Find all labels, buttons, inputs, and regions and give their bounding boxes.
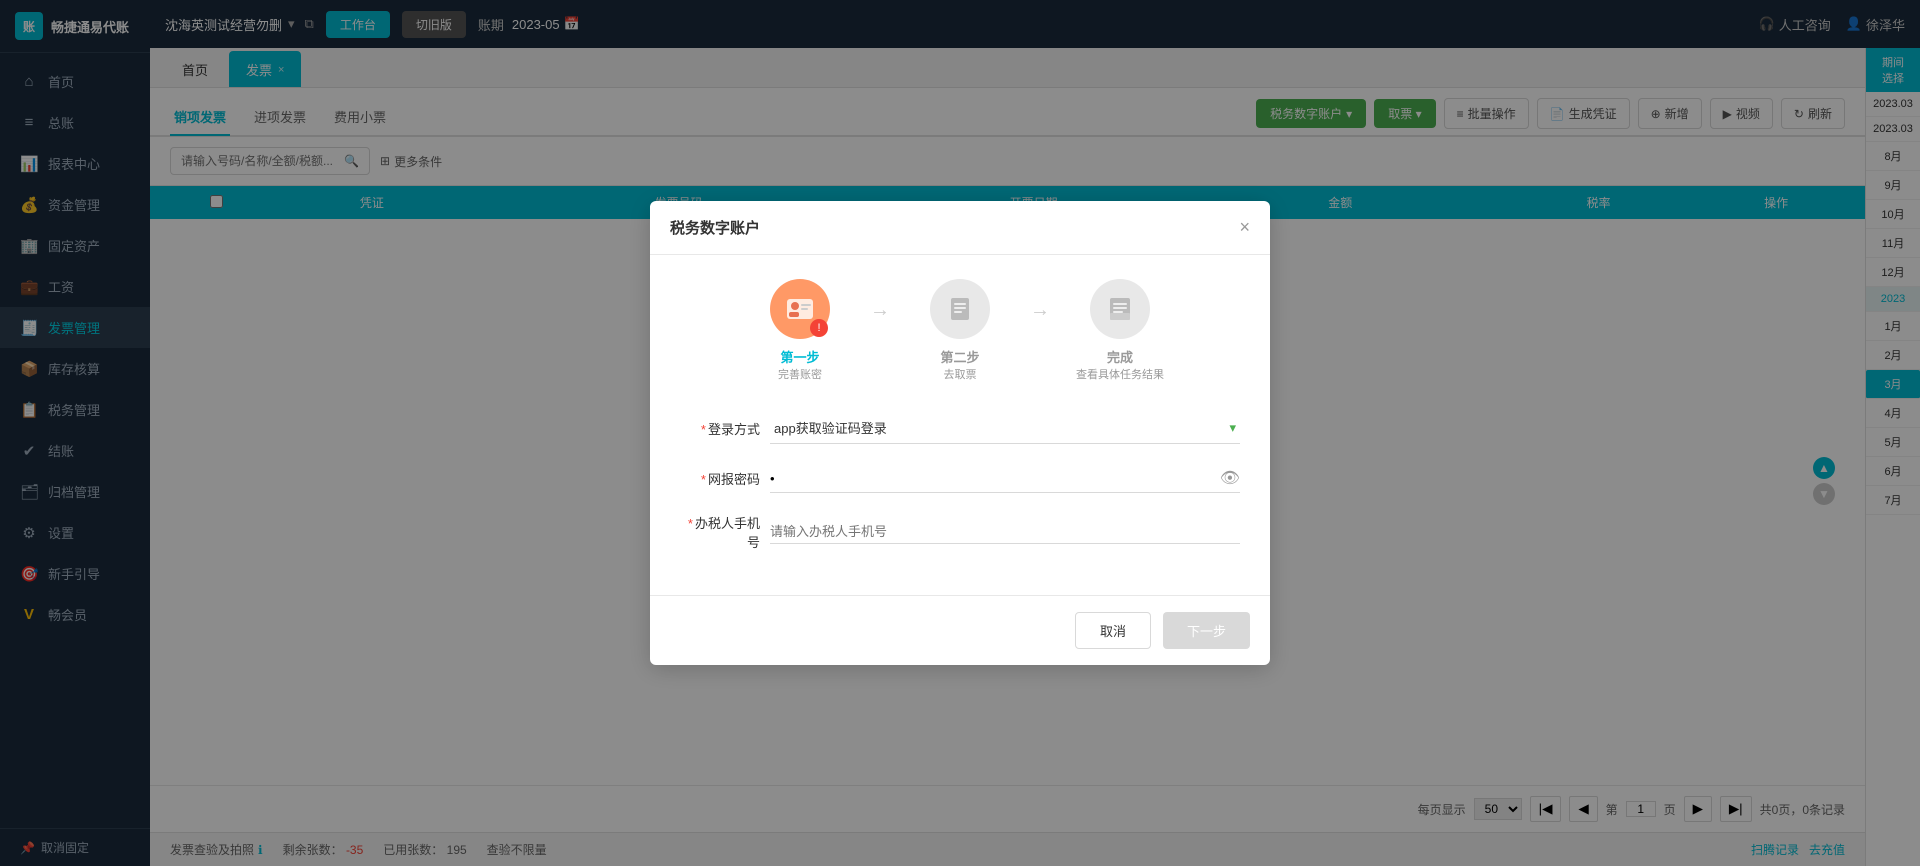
steps-indicator: ! 第一步 完善账密 → 第	[680, 279, 1240, 382]
modal-overlay: 税务数字账户 × !	[0, 0, 1920, 866]
step-1-badge: !	[810, 319, 828, 337]
phone-label: 办税人手机号	[680, 513, 760, 551]
cancel-button[interactable]: 取消	[1075, 612, 1151, 649]
eye-icon[interactable]: 👁	[1220, 468, 1240, 488]
password-label: 网报密码	[680, 469, 760, 488]
phone-row: 办税人手机号	[680, 513, 1240, 551]
step-3-label: 完成	[1107, 347, 1133, 366]
modal-footer: 取消 下一步	[650, 595, 1270, 665]
password-row: 网报密码 👁	[680, 464, 1240, 493]
login-method-row: 登录方式 app获取验证码登录 ▾	[680, 412, 1240, 444]
modal-form: 登录方式 app获取验证码登录 ▾ 网报密码 👁 办税人手机	[680, 412, 1240, 551]
step-3-desc: 查看具体任务结果	[1076, 366, 1164, 382]
password-input[interactable]	[770, 471, 1220, 486]
step-3-icon	[1090, 279, 1150, 339]
password-wrapper: 👁	[770, 464, 1240, 493]
phone-wrapper	[770, 520, 1240, 544]
step-2-desc: 去取票	[944, 366, 977, 382]
modal-body: ! 第一步 完善账密 → 第	[650, 255, 1270, 595]
step-1-desc: 完善账密	[778, 366, 822, 382]
step-2: 第二步 去取票	[900, 279, 1020, 382]
next-button[interactable]: 下一步	[1163, 612, 1250, 649]
step-1-icon: !	[770, 279, 830, 339]
login-method-label: 登录方式	[680, 419, 760, 438]
modal-header: 税务数字账户 ×	[650, 201, 1270, 255]
step-arrow-1: →	[860, 279, 900, 322]
step-arrow-2: →	[1020, 279, 1060, 322]
modal-close-button[interactable]: ×	[1239, 217, 1250, 238]
phone-input[interactable]	[770, 524, 1240, 539]
login-method-select[interactable]: app获取验证码登录 ▾	[770, 412, 1240, 444]
dropdown-arrow-icon: ▾	[1229, 420, 1236, 436]
step-1-label: 第一步	[780, 347, 819, 366]
tax-account-modal: 税务数字账户 × !	[650, 201, 1270, 665]
step-1: ! 第一步 完善账密	[740, 279, 860, 382]
step-2-label: 第二步	[940, 347, 979, 366]
modal-title: 税务数字账户	[670, 217, 760, 238]
step-2-icon	[930, 279, 990, 339]
login-method-value: app获取验证码登录	[774, 418, 887, 437]
step-3: 完成 查看具体任务结果	[1060, 279, 1180, 382]
